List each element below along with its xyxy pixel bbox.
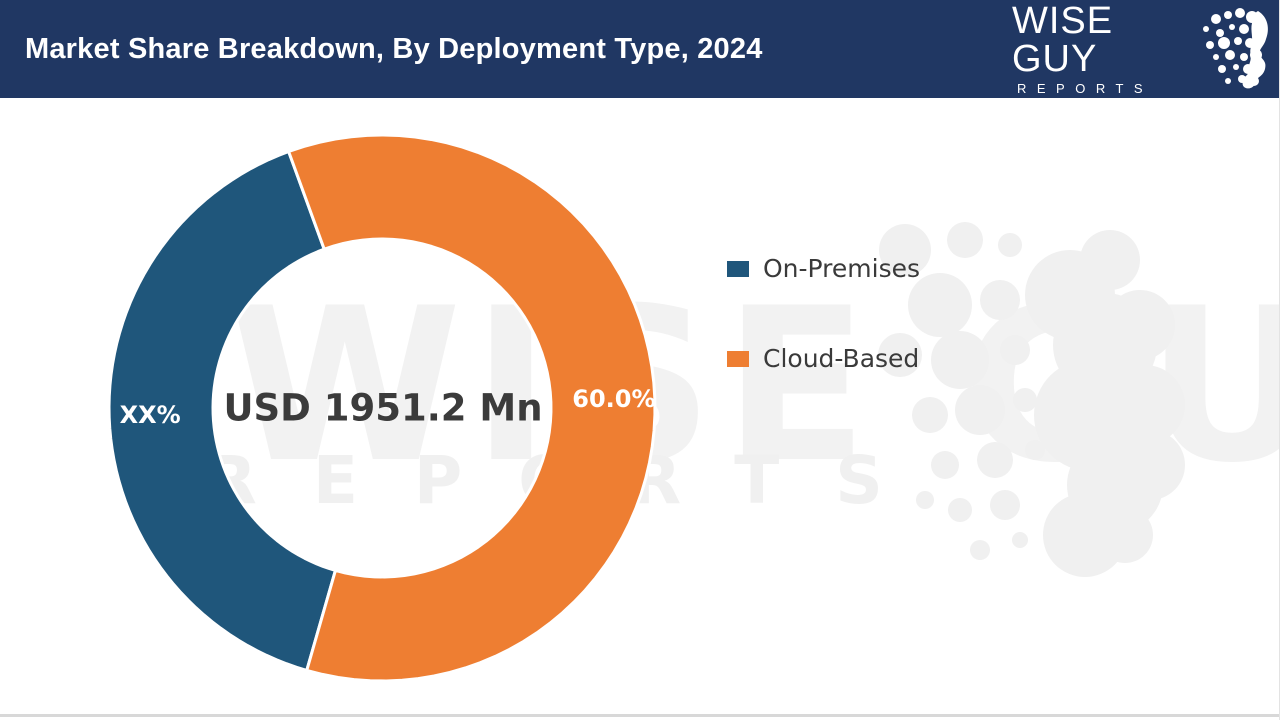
legend-swatch-cloud-based	[727, 351, 749, 367]
slice-label-on-premises: XX%	[120, 401, 181, 429]
logo-face-icon	[1203, 8, 1268, 89]
header-bar: Market Share Breakdown, By Deployment Ty…	[0, 0, 1279, 98]
report-page: WISE GU REPORTS XX%60.0% USD 1951.2 Mn O…	[0, 0, 1280, 720]
legend-item-on-premises: On-Premises	[727, 252, 920, 286]
brand-subtitle: REPORTS	[1017, 81, 1154, 96]
bottom-border	[0, 714, 1279, 717]
chart-area: WISE GU REPORTS XX%60.0% USD 1951.2 Mn O…	[0, 0, 1279, 720]
slice-label-cloud-based: 60.0%	[572, 385, 655, 413]
brand-logo: WISE GUY REPORTS	[1012, 2, 1272, 96]
donut-chart: XX% 60.0%	[107, 133, 657, 683]
legend-label-cloud-based: Cloud-Based	[763, 344, 920, 373]
chart-title: Market Share Breakdown, By Deployment Ty…	[25, 32, 763, 65]
legend: On-Premises Cloud-Based	[727, 252, 920, 432]
legend-label-on-premises: On-Premises	[763, 254, 921, 283]
legend-item-cloud-based: Cloud-Based	[727, 342, 920, 376]
brand-name: WISE GUY	[1012, 0, 1114, 80]
donut-center-value: USD 1951.2 Mn	[223, 386, 543, 430]
legend-swatch-on-premises	[727, 261, 749, 277]
brand-logo-text: WISE GUY REPORTS	[1012, 2, 1196, 96]
